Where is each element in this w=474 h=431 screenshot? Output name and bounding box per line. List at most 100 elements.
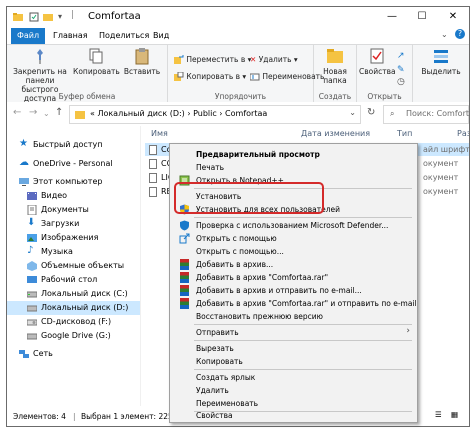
title-bar: ▾ | Comfortaa — ☐ ✕: [7, 7, 469, 29]
nav-item-downloads[interactable]: ⬇ Загрузки: [7, 217, 140, 231]
tab-file[interactable]: Файл: [11, 28, 46, 44]
edit-icon[interactable]: ✎: [397, 65, 405, 75]
new-folder-icon: [327, 49, 343, 63]
open-group: Свойства ↗ ✎ ◷ Открыть: [357, 45, 413, 102]
history-icon[interactable]: ◷: [397, 77, 405, 87]
help-icon[interactable]: ?: [455, 29, 465, 39]
menu-item-add-to-rar[interactable]: Добавить в архив "Comfortaa.rar": [172, 271, 415, 284]
move-to-button[interactable]: Переместить в ▾: [174, 55, 251, 65]
properties-quick-icon[interactable]: [29, 12, 39, 22]
pictures-icon: [27, 234, 37, 242]
delete-button[interactable]: ✕ Удалить ▾: [250, 55, 298, 64]
folder-icon: [75, 111, 85, 119]
delete-label: Удалить: [258, 55, 292, 64]
menu-item-delete[interactable]: Удалить: [172, 384, 415, 397]
nav-item-drive-d[interactable]: Локальный диск (D:): [7, 301, 140, 315]
folder-icon: [13, 13, 23, 21]
ribbon-collapse-icon[interactable]: ⌄: [441, 30, 448, 39]
minimize-button[interactable]: —: [377, 7, 407, 28]
menu-item-properties[interactable]: Свойства: [172, 410, 415, 421]
drive-icon: [27, 333, 37, 340]
tiles-view-icon[interactable]: ▦: [451, 410, 458, 419]
paste-button[interactable]: Вставить: [121, 47, 163, 76]
winrar-icon: [180, 285, 189, 296]
nav-label: Изображения: [41, 233, 99, 242]
menu-item-preview[interactable]: Предварительный просмотр: [172, 148, 415, 161]
video-icon: [27, 192, 37, 200]
tab-home[interactable]: Главная: [47, 28, 94, 44]
menu-item-rar-and-email[interactable]: Добавить в архив "Comfortaa.rar" и отпра…: [172, 297, 417, 310]
menu-item-print[interactable]: Печать: [172, 161, 415, 174]
nav-item-pictures[interactable]: Изображения: [7, 231, 140, 245]
nav-item-this-pc[interactable]: Этот компьютер: [7, 175, 140, 189]
breadcrumb[interactable]: « Локальный диск (D:) › Public › Comfort…: [90, 109, 267, 118]
nav-item-cd-drive[interactable]: CD-дисковод (F:): [7, 315, 140, 329]
menu-item-send-to[interactable]: Отправить ›: [172, 326, 415, 339]
tab-view[interactable]: Вид: [147, 28, 175, 44]
menu-separator: [194, 340, 412, 341]
copy-button[interactable]: Копировать: [73, 47, 120, 76]
star-icon: ★: [19, 138, 28, 149]
copy-to-button[interactable]: Копировать в ▾: [174, 72, 246, 82]
font-file-icon: [149, 145, 157, 155]
nav-item-drive-c[interactable]: Локальный диск (C:): [7, 287, 140, 301]
menu-item-copy[interactable]: Копировать: [172, 355, 415, 368]
address-dropdown-icon[interactable]: ⌄: [349, 108, 356, 117]
tab-share[interactable]: Поделиться: [93, 28, 155, 44]
column-header-date[interactable]: Дата изменения: [301, 129, 370, 138]
network-icon: [19, 350, 29, 358]
nav-item-documents[interactable]: Документы: [7, 203, 140, 217]
menu-item-add-to-archive[interactable]: Добавить в архив...: [172, 258, 415, 271]
new-group: Новая папка Создать: [314, 45, 357, 102]
column-header-name[interactable]: Имя: [151, 129, 168, 138]
address-bar-row: ← → ⌄ ↑ « Локальный диск (D:) › Public ›…: [7, 102, 469, 126]
up-arrow-icon[interactable]: ↑: [55, 107, 63, 118]
forward-arrow-icon[interactable]: →: [29, 107, 37, 118]
select-button[interactable]: Выделить: [419, 47, 463, 76]
nav-item-google-drive[interactable]: Google Drive (G:): [7, 329, 140, 343]
column-header-size[interactable]: Раз: [457, 129, 469, 138]
menu-item-rename[interactable]: Переименовать: [172, 397, 415, 410]
copy-to-label: Копировать в: [186, 72, 241, 81]
nav-item-desktop[interactable]: Рабочий стол: [7, 273, 140, 287]
address-field[interactable]: « Локальный диск (D:) › Public › Comfort…: [69, 105, 361, 124]
back-arrow-icon[interactable]: ←: [13, 107, 21, 118]
details-view-icon[interactable]: ☰: [435, 410, 442, 419]
menu-item-create-shortcut[interactable]: Создать ярлык: [172, 371, 415, 384]
menu-item-cut[interactable]: Вырезать: [172, 342, 415, 355]
document-icon: [149, 173, 157, 183]
nav-label: Видео: [41, 191, 68, 200]
column-header-type[interactable]: Тип: [397, 129, 412, 138]
nav-item-3d-objects[interactable]: Объемные объекты: [7, 259, 140, 273]
search-input[interactable]: ⌕ Поиск: Comfortaa: [383, 105, 469, 124]
menu-item-open-with-share[interactable]: Открыть с помощью: [172, 232, 415, 245]
winrar-icon: [180, 259, 189, 270]
nav-item-network[interactable]: Сеть: [7, 347, 140, 361]
maximize-button[interactable]: ☐: [407, 7, 437, 28]
properties-button[interactable]: Свойства: [359, 47, 396, 76]
search-placeholder: Поиск: Comfortaa: [406, 109, 469, 118]
drive-icon: [27, 291, 37, 298]
submenu-arrow-icon: ›: [406, 326, 410, 336]
menu-item-restore-version[interactable]: Восстановить прежнюю версию: [172, 310, 415, 323]
document-icon: [149, 187, 157, 197]
new-folder-quick-icon[interactable]: [43, 12, 53, 22]
recent-locations-icon[interactable]: ⌄: [43, 109, 50, 118]
new-folder-button[interactable]: Новая папка: [316, 47, 354, 85]
refresh-icon[interactable]: ↻: [367, 107, 375, 118]
nav-label: Рабочий стол: [41, 275, 98, 284]
open-icon[interactable]: ↗: [397, 51, 405, 61]
music-icon: ♪: [27, 245, 34, 256]
menu-item-open-with[interactable]: Открыть с помощью...: [172, 245, 415, 258]
nav-item-quick-access[interactable]: ★ Быстрый доступ: [7, 138, 140, 152]
navigation-pane: ★ Быстрый доступ ☁ OneDrive - Personal Э…: [7, 126, 141, 406]
nav-item-onedrive[interactable]: ☁ OneDrive - Personal: [7, 157, 140, 171]
nav-item-videos[interactable]: Видео: [7, 189, 140, 203]
paste-icon: [135, 48, 149, 65]
menu-item-defender-scan[interactable]: Проверка с использованием Microsoft Defe…: [172, 219, 415, 232]
menu-item-archive-and-email[interactable]: Добавить в архив и отправить по e-mail..…: [172, 284, 415, 297]
select-label: Выделить: [421, 67, 461, 76]
close-button[interactable]: ✕: [438, 7, 468, 28]
quick-access-dropdown-icon[interactable]: ▾: [58, 12, 62, 21]
nav-item-music[interactable]: ♪ Музыка: [7, 245, 140, 259]
